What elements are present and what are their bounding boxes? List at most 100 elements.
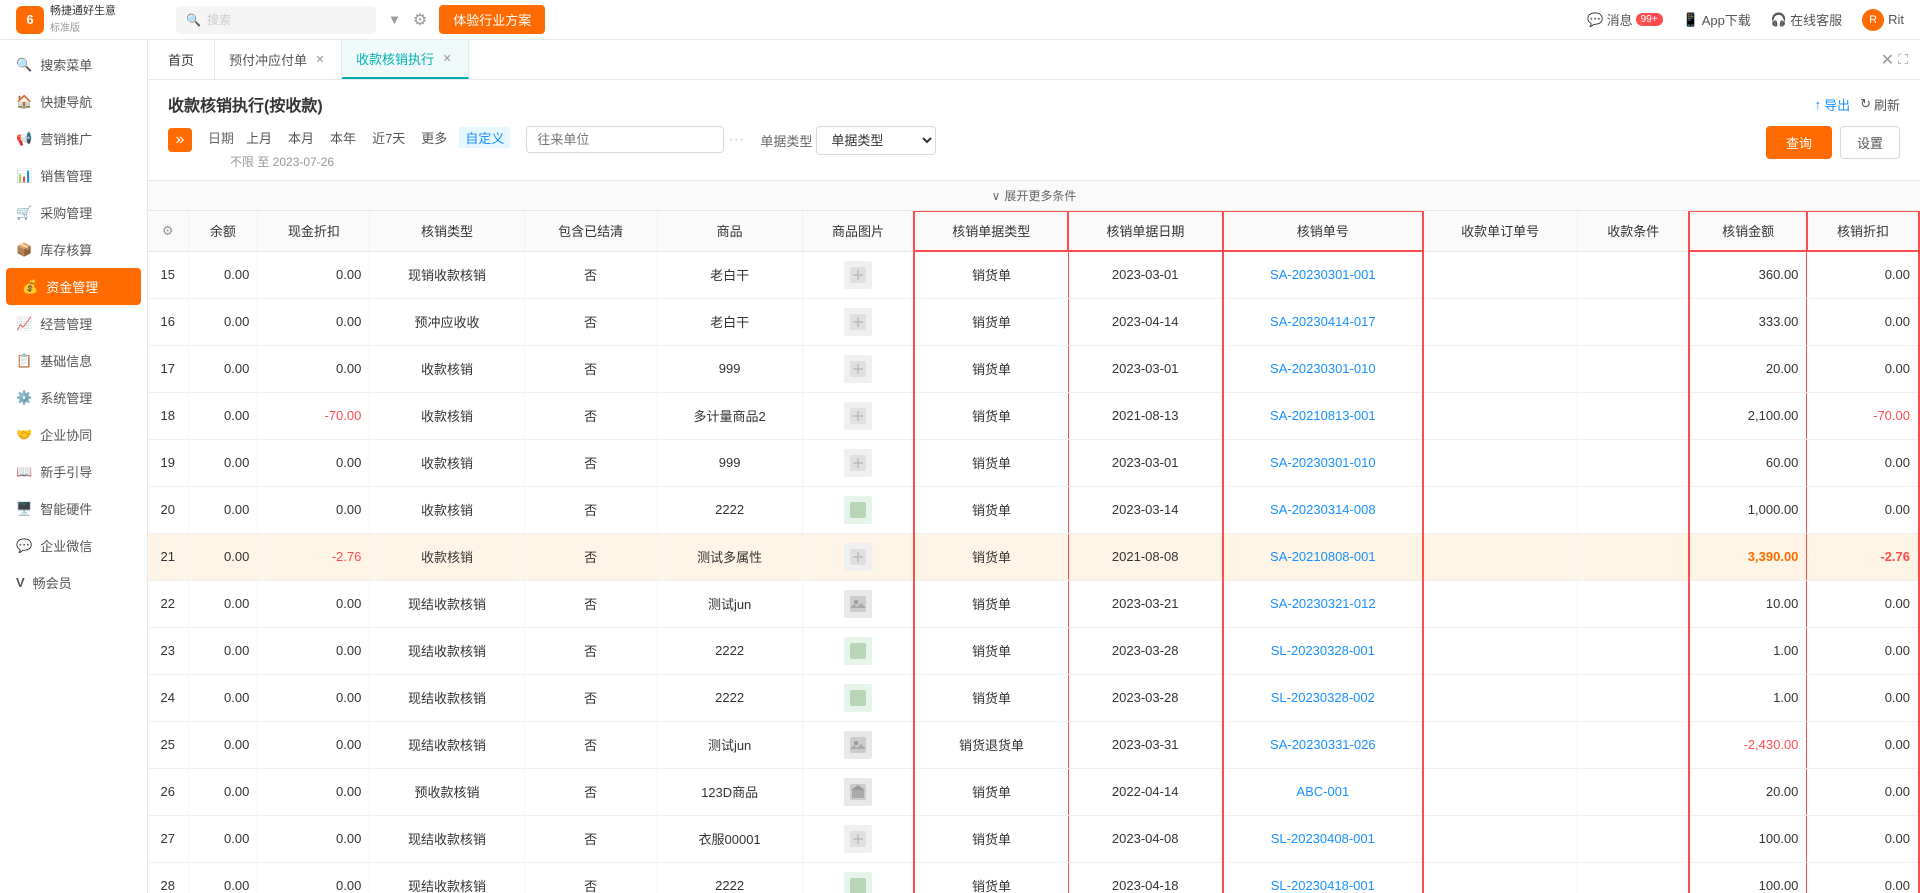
date-custom-btn[interactable]: 自定义 xyxy=(459,127,510,148)
sidebar-item-system[interactable]: ⚙️ 系统管理 xyxy=(0,379,147,416)
gear-icon[interactable]: ⚙ xyxy=(413,10,427,30)
message-btn[interactable]: 💬 消息 99+ xyxy=(1587,10,1662,29)
cell-include-settled: 否 xyxy=(524,486,657,533)
date-curr-month-btn[interactable]: 本月 xyxy=(284,126,318,149)
user-info[interactable]: R Rit xyxy=(1862,9,1904,31)
sidebar-item-wechat[interactable]: 💬 企业微信 xyxy=(0,527,147,564)
cell-bill-date: 2021-08-13 xyxy=(1068,392,1222,439)
user-name: Rit xyxy=(1888,12,1904,27)
sidebar-item-hardware[interactable]: 🖥️ 智能硬件 xyxy=(0,490,147,527)
sidebar-item-guide[interactable]: 📖 新手引导 xyxy=(0,453,147,490)
cell-receipt-condition xyxy=(1577,721,1689,768)
cell-bill-no[interactable]: SA-20230301-010 xyxy=(1223,439,1424,486)
cell-bill-no[interactable]: SL-20230328-002 xyxy=(1223,674,1424,721)
logo-area: 6 畅捷通好生意 标准版 xyxy=(16,5,164,33)
tab-home[interactable]: 首页 xyxy=(148,40,215,79)
bill-no-link[interactable]: SL-20230408-001 xyxy=(1271,831,1375,846)
tab-prepay[interactable]: 预付冲应付单 ✕ xyxy=(215,40,342,79)
refresh-btn[interactable]: ↻ 刷新 xyxy=(1860,95,1900,114)
tab-writeoff[interactable]: 收款核销执行 ✕ xyxy=(342,40,469,79)
sidebar-item-inventory[interactable]: 📦 库存核算 xyxy=(0,231,147,268)
sidebar-item-nav[interactable]: 🏠 快捷导航 xyxy=(0,83,147,120)
date-7days-btn[interactable]: 近7天 xyxy=(368,126,409,149)
date-more-btn[interactable]: 更多 xyxy=(417,126,451,149)
tab-close-prepay[interactable]: ✕ xyxy=(313,53,327,67)
cell-bill-no[interactable]: SA-20230331-026 xyxy=(1223,721,1424,768)
cell-bill-no[interactable]: SL-20230328-001 xyxy=(1223,627,1424,674)
col-goods-img: 商品图片 xyxy=(802,211,914,251)
bill-no-link[interactable]: SA-20230331-026 xyxy=(1270,737,1376,752)
sidebar-item-marketing[interactable]: 📢 营销推广 xyxy=(0,120,147,157)
query-btn[interactable]: 查询 xyxy=(1766,126,1832,159)
cell-seq: 23 xyxy=(148,627,188,674)
sidebar-item-sales[interactable]: 📊 销售管理 xyxy=(0,157,147,194)
cell-bill-no[interactable]: SL-20230408-001 xyxy=(1223,815,1424,862)
col-balance: 余额 xyxy=(188,211,258,251)
cell-goods: 2222 xyxy=(657,486,802,533)
goods-thumbnail xyxy=(844,684,872,712)
bill-no-link[interactable]: SA-20230321-012 xyxy=(1270,596,1376,611)
bill-no-link[interactable]: SA-20210813-001 xyxy=(1270,408,1376,423)
sidebar-item-finance[interactable]: 💰 资金管理 xyxy=(6,268,141,305)
cell-goods: 测试多属性 xyxy=(657,533,802,580)
online-service-btn[interactable]: 🎧 在线客服 xyxy=(1771,10,1842,29)
tab-close-writeoff[interactable]: ✕ xyxy=(440,52,454,66)
bill-no-link[interactable]: SL-20230418-001 xyxy=(1271,878,1375,893)
unit-dots[interactable]: ··· xyxy=(728,131,744,149)
cell-bill-no[interactable]: SA-20230301-010 xyxy=(1223,345,1424,392)
hardware-icon: 🖥️ xyxy=(16,501,32,517)
chevron-down-icon[interactable]: ▼ xyxy=(388,12,401,27)
cell-include-settled: 否 xyxy=(524,721,657,768)
cell-bill-no[interactable]: SA-20210813-001 xyxy=(1223,392,1424,439)
type-select[interactable]: 单据类型 xyxy=(816,126,936,155)
cell-writeoff-discount: 0.00 xyxy=(1807,674,1919,721)
table-row: 190.000.00收款核销否999销货单2023-03-01SA-202303… xyxy=(148,439,1919,486)
tab-maximize-btn[interactable]: ⛶ xyxy=(1898,51,1908,68)
sidebar-item-collab[interactable]: 🤝 企业协同 xyxy=(0,416,147,453)
bill-no-link[interactable]: SA-20230301-001 xyxy=(1270,267,1376,282)
cell-bill-no[interactable]: SA-20230301-001 xyxy=(1223,251,1424,298)
cell-seq: 21 xyxy=(148,533,188,580)
unit-input[interactable] xyxy=(526,126,724,153)
cell-bill-no[interactable]: SL-20230418-001 xyxy=(1223,862,1424,893)
sidebar-item-search[interactable]: 🔍 搜索菜单 xyxy=(0,46,147,83)
filter-unit-section: ··· xyxy=(526,126,744,153)
expand-more-bar[interactable]: ∨ 展开更多条件 xyxy=(148,181,1920,211)
cell-bill-no[interactable]: ABC-001 xyxy=(1223,768,1424,815)
col-gear[interactable]: ⚙ xyxy=(148,211,188,251)
cell-bill-date: 2023-03-21 xyxy=(1068,580,1222,627)
app-download-btn[interactable]: 📱 App下载 xyxy=(1683,10,1751,29)
cell-bill-no[interactable]: SA-20230414-017 xyxy=(1223,298,1424,345)
sidebar-item-member[interactable]: V 畅会员 xyxy=(0,564,147,601)
sidebar-item-operation[interactable]: 📈 经营管理 xyxy=(0,305,147,342)
top-search-bar[interactable]: 🔍 搜索 xyxy=(176,6,376,34)
cell-bill-type: 销货单 xyxy=(914,392,1068,439)
cell-goods: 999 xyxy=(657,345,802,392)
bill-no-link[interactable]: SL-20230328-002 xyxy=(1271,690,1375,705)
bill-no-link[interactable]: SL-20230328-001 xyxy=(1271,643,1375,658)
cell-bill-no[interactable]: SA-20230321-012 xyxy=(1223,580,1424,627)
cell-bill-type: 销货单 xyxy=(914,862,1068,893)
cell-balance: 0.00 xyxy=(188,392,258,439)
date-curr-year-btn[interactable]: 本年 xyxy=(326,126,360,149)
cell-bill-no[interactable]: SA-20230314-008 xyxy=(1223,486,1424,533)
date-prev-month-btn[interactable]: 上月 xyxy=(242,126,276,149)
filter-expand-btn[interactable]: » xyxy=(168,128,192,152)
export-icon: ↑ xyxy=(1815,97,1822,112)
bill-no-link[interactable]: SA-20230301-010 xyxy=(1270,455,1376,470)
cell-balance: 0.00 xyxy=(188,580,258,627)
sidebar-item-basic[interactable]: 📋 基础信息 xyxy=(0,342,147,379)
tab-spacer xyxy=(469,40,1869,79)
bill-no-link[interactable]: SA-20210808-001 xyxy=(1270,549,1376,564)
tab-close-btn[interactable]: ✕ xyxy=(1881,50,1894,70)
export-btn[interactable]: ↑ 导出 xyxy=(1815,95,1851,114)
bill-no-link[interactable]: SA-20230414-017 xyxy=(1270,314,1376,329)
sidebar-item-purchase[interactable]: 🛒 采购管理 xyxy=(0,194,147,231)
cell-include-settled: 否 xyxy=(524,392,657,439)
bill-no-link[interactable]: SA-20230301-010 xyxy=(1270,361,1376,376)
bill-no-link[interactable]: SA-20230314-008 xyxy=(1270,502,1376,517)
solution-button[interactable]: 体验行业方案 xyxy=(439,5,545,34)
cell-bill-no[interactable]: SA-20210808-001 xyxy=(1223,533,1424,580)
settings-btn[interactable]: 设置 xyxy=(1840,126,1900,159)
bill-no-link[interactable]: ABC-001 xyxy=(1296,784,1349,799)
